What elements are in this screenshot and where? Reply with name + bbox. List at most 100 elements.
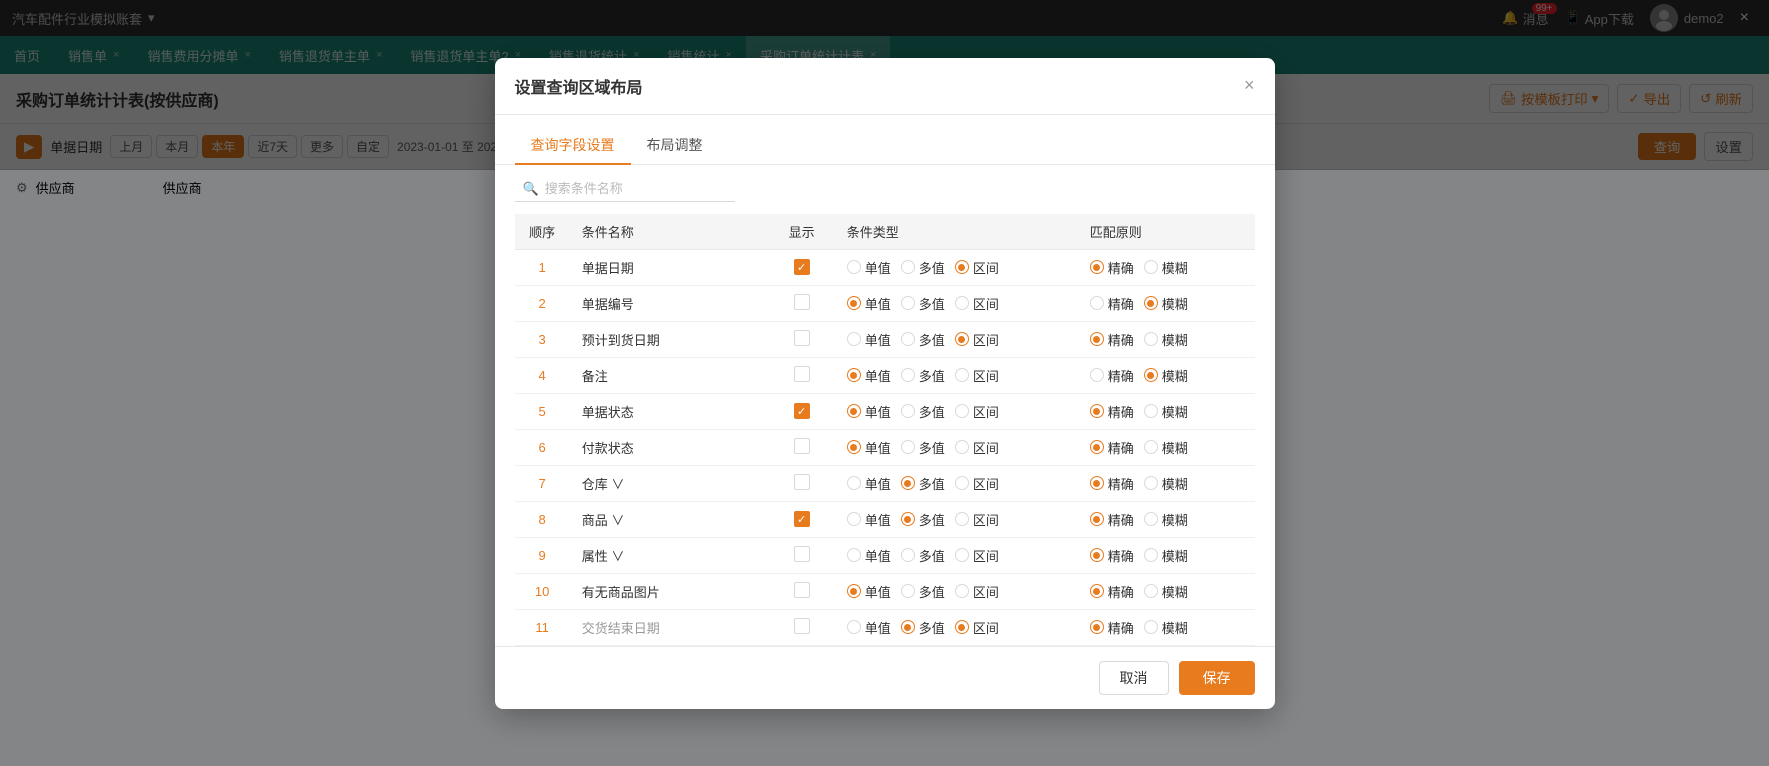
show-checkbox[interactable] bbox=[794, 366, 810, 382]
show-checkbox[interactable] bbox=[794, 618, 810, 634]
radio-match-match_fuzzy[interactable]: 模糊 bbox=[1144, 258, 1188, 277]
radio-type-type_multi[interactable]: 多值 bbox=[901, 402, 945, 421]
radio-type-type_single[interactable]: 单值 bbox=[847, 474, 891, 493]
radio-match-match_fuzzy[interactable]: 模糊 bbox=[1144, 510, 1188, 529]
cell-show[interactable] bbox=[769, 573, 835, 609]
show-checkbox[interactable] bbox=[794, 294, 810, 310]
radio-type-type_single[interactable]: 单值 bbox=[847, 294, 891, 313]
radio-type-type_single[interactable]: 单值 bbox=[847, 330, 891, 349]
radio-match-match_fuzzy[interactable]: 模糊 bbox=[1144, 330, 1188, 349]
radio-circle bbox=[1090, 548, 1104, 562]
cell-show[interactable] bbox=[769, 393, 835, 429]
radio-circle bbox=[1144, 260, 1158, 274]
cell-type: 单值多值区间 bbox=[835, 357, 1078, 393]
radio-type-type_single[interactable]: 单值 bbox=[847, 618, 891, 637]
radio-match-match_fuzzy[interactable]: 模糊 bbox=[1144, 546, 1188, 565]
radio-circle bbox=[1144, 476, 1158, 490]
radio-type-type_single[interactable]: 单值 bbox=[847, 510, 891, 529]
radio-type-type_single[interactable]: 单值 bbox=[847, 582, 891, 601]
radio-type-type_multi[interactable]: 多值 bbox=[901, 438, 945, 457]
radio-match-match_fuzzy[interactable]: 模糊 bbox=[1144, 618, 1188, 637]
radio-circle bbox=[847, 584, 861, 598]
cell-show[interactable] bbox=[769, 321, 835, 357]
radio-circle bbox=[1090, 368, 1104, 382]
radio-match-match_exact[interactable]: 精确 bbox=[1090, 474, 1134, 493]
cell-order: 9 bbox=[515, 537, 570, 573]
show-checkbox[interactable] bbox=[794, 582, 810, 598]
tab-layout-adjust[interactable]: 布局调整 bbox=[631, 127, 719, 165]
radio-type-type_multi[interactable]: 多值 bbox=[901, 582, 945, 601]
cell-order: 11 bbox=[515, 609, 570, 645]
radio-type-type_range[interactable]: 区间 bbox=[955, 618, 999, 637]
radio-circle bbox=[901, 620, 915, 634]
radio-type-type_single[interactable]: 单值 bbox=[847, 258, 891, 277]
radio-type-type_multi[interactable]: 多值 bbox=[901, 474, 945, 493]
cell-show[interactable] bbox=[769, 609, 835, 645]
cell-show[interactable] bbox=[769, 537, 835, 573]
radio-type-type_range[interactable]: 区间 bbox=[955, 546, 999, 565]
cancel-button[interactable]: 取消 bbox=[1099, 661, 1169, 695]
radio-type-type_multi[interactable]: 多值 bbox=[901, 258, 945, 277]
radio-match-match_exact[interactable]: 精确 bbox=[1090, 618, 1134, 637]
radio-type-type_single[interactable]: 单值 bbox=[847, 438, 891, 457]
radio-match-match_fuzzy[interactable]: 模糊 bbox=[1144, 438, 1188, 457]
save-button[interactable]: 保存 bbox=[1179, 661, 1255, 695]
radio-type-type_single[interactable]: 单值 bbox=[847, 546, 891, 565]
radio-type-type_multi[interactable]: 多值 bbox=[901, 510, 945, 529]
show-checkbox[interactable] bbox=[794, 403, 810, 419]
cell-show[interactable] bbox=[769, 429, 835, 465]
cell-type: 单值多值区间 bbox=[835, 285, 1078, 321]
radio-type-type_range[interactable]: 区间 bbox=[955, 366, 999, 385]
tab-query-fields[interactable]: 查询字段设置 bbox=[515, 127, 631, 165]
radio-type-type_range[interactable]: 区间 bbox=[955, 330, 999, 349]
search-input[interactable] bbox=[545, 181, 725, 196]
cell-show[interactable] bbox=[769, 357, 835, 393]
radio-type-type_range[interactable]: 区间 bbox=[955, 510, 999, 529]
show-checkbox[interactable] bbox=[794, 438, 810, 454]
show-checkbox[interactable] bbox=[794, 546, 810, 562]
radio-type-type_multi[interactable]: 多值 bbox=[901, 294, 945, 313]
radio-match-match_exact[interactable]: 精确 bbox=[1090, 582, 1134, 601]
radio-match-match_exact[interactable]: 精确 bbox=[1090, 402, 1134, 421]
radio-match-match_exact[interactable]: 精确 bbox=[1090, 294, 1134, 313]
radio-match-match_exact[interactable]: 精确 bbox=[1090, 510, 1134, 529]
radio-match-match_exact[interactable]: 精确 bbox=[1090, 258, 1134, 277]
radio-type-type_range[interactable]: 区间 bbox=[955, 258, 999, 277]
cell-show[interactable] bbox=[769, 501, 835, 537]
radio-match-match_fuzzy[interactable]: 模糊 bbox=[1144, 294, 1188, 313]
radio-type-type_range[interactable]: 区间 bbox=[955, 294, 999, 313]
radio-type-type_single[interactable]: 单值 bbox=[847, 366, 891, 385]
radio-circle bbox=[1090, 404, 1104, 418]
radio-match-match_fuzzy[interactable]: 模糊 bbox=[1144, 402, 1188, 421]
radio-match-match_fuzzy[interactable]: 模糊 bbox=[1144, 582, 1188, 601]
radio-match-match_exact[interactable]: 精确 bbox=[1090, 546, 1134, 565]
cell-show[interactable] bbox=[769, 285, 835, 321]
show-checkbox[interactable] bbox=[794, 474, 810, 490]
radio-type-type_range[interactable]: 区间 bbox=[955, 402, 999, 421]
radio-type-type_range[interactable]: 区间 bbox=[955, 438, 999, 457]
radio-circle bbox=[1090, 584, 1104, 598]
radio-type-type_range[interactable]: 区间 bbox=[955, 582, 999, 601]
radio-type-type_multi[interactable]: 多值 bbox=[901, 546, 945, 565]
radio-match-match_exact[interactable]: 精确 bbox=[1090, 330, 1134, 349]
radio-type-type_range[interactable]: 区间 bbox=[955, 474, 999, 493]
radio-type-type_multi[interactable]: 多值 bbox=[901, 618, 945, 637]
radio-type-type_single[interactable]: 单值 bbox=[847, 402, 891, 421]
radio-match-match_exact[interactable]: 精确 bbox=[1090, 366, 1134, 385]
cell-type: 单值多值区间 bbox=[835, 501, 1078, 537]
modal-close-button[interactable]: × bbox=[1244, 75, 1255, 96]
show-checkbox[interactable] bbox=[794, 259, 810, 275]
radio-type-type_multi[interactable]: 多值 bbox=[901, 330, 945, 349]
radio-circle bbox=[1090, 620, 1104, 634]
cell-show[interactable] bbox=[769, 249, 835, 285]
radio-circle bbox=[955, 620, 969, 634]
show-checkbox[interactable] bbox=[794, 330, 810, 346]
cell-show[interactable] bbox=[769, 465, 835, 501]
radio-match-match_fuzzy[interactable]: 模糊 bbox=[1144, 366, 1188, 385]
radio-circle bbox=[901, 512, 915, 526]
radio-match-match_exact[interactable]: 精确 bbox=[1090, 438, 1134, 457]
cell-type: 单值多值区间 bbox=[835, 393, 1078, 429]
radio-match-match_fuzzy[interactable]: 模糊 bbox=[1144, 474, 1188, 493]
radio-type-type_multi[interactable]: 多值 bbox=[901, 366, 945, 385]
show-checkbox[interactable] bbox=[794, 511, 810, 527]
